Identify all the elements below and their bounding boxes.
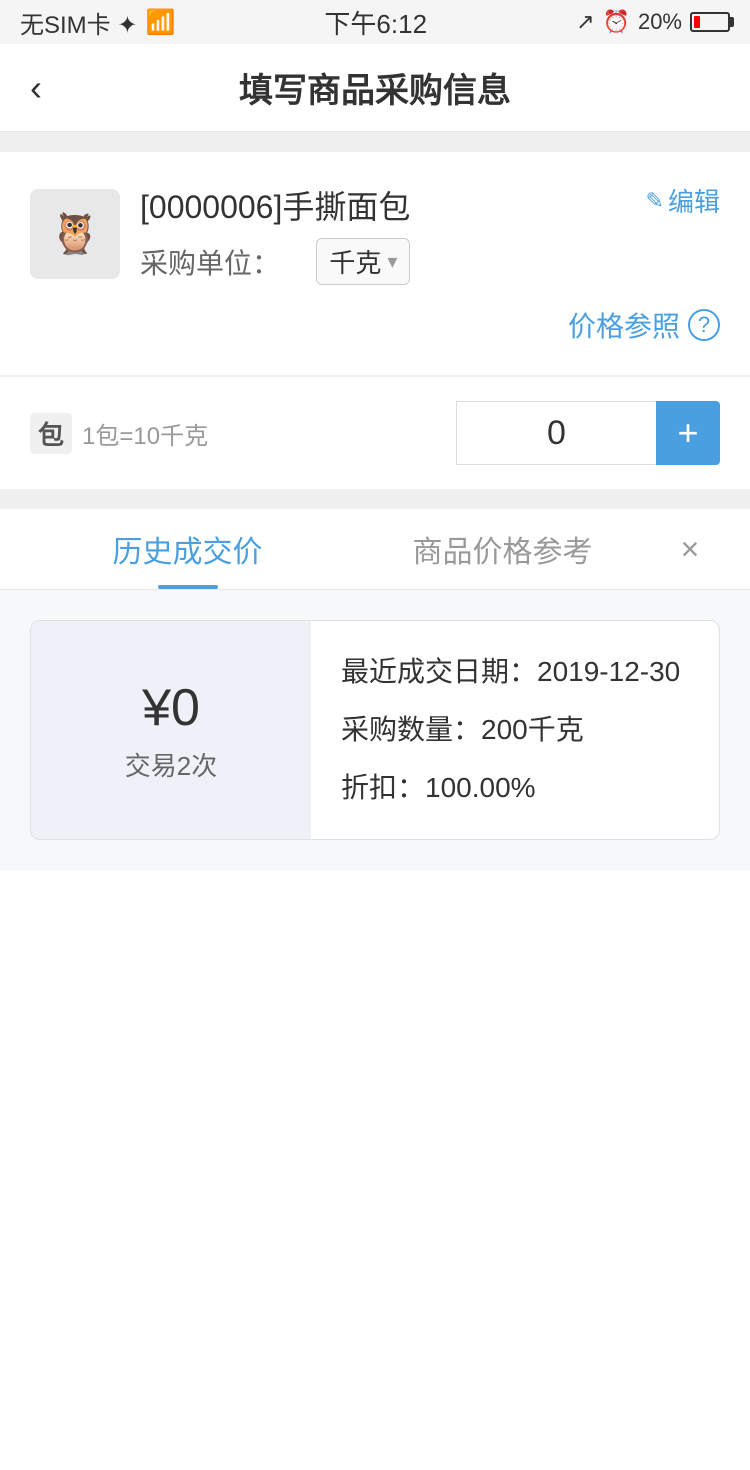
tab-history-price[interactable]: 历史成交价 <box>30 509 345 589</box>
product-logo-icon: 🦉 <box>50 210 100 257</box>
discount-value: 100.00% <box>425 772 536 803</box>
content-area <box>0 870 750 1470</box>
price-card-left: ¥0 交易2次 <box>31 621 311 839</box>
product-name: [0000006]手撕面包 <box>140 182 410 228</box>
help-icon[interactable]: ? <box>688 309 720 341</box>
purchase-qty-label: 采购数量： <box>341 714 481 745</box>
quantity-section: 包 1包=10千克 0 + <box>0 377 750 489</box>
wifi-icon: 📶 <box>145 8 175 37</box>
tabs-section: 历史成交价 商品价格参考 × ¥0 交易2次 最近成交日期：2019-12-30… <box>0 509 750 870</box>
nav-bar: ‹ 填写商品采购信息 <box>0 44 750 132</box>
location-icon: ↗ <box>576 9 594 35</box>
status-time: 下午6:12 <box>324 4 427 41</box>
page-title: 填写商品采购信息 <box>239 63 511 112</box>
tab-price-ref-label: 商品价格参考 <box>413 527 593 571</box>
discount-row: 折扣：100.00% <box>341 767 689 809</box>
price-currency: ¥ <box>142 679 171 737</box>
unit-select[interactable]: 千克 ▾ <box>316 238 410 285</box>
price-ref-label: 价格参照 <box>568 305 680 345</box>
recent-date-row: 最近成交日期：2019-12-30 <box>341 651 689 693</box>
edit-icon: ✎ <box>646 188 664 214</box>
qty-unit-hint: 1包=10千克 <box>82 416 208 451</box>
product-left: 🦉 [0000006]手撕面包 采购单位： 千克 ▾ <box>30 182 410 285</box>
back-button[interactable]: ‹ <box>30 67 42 109</box>
tab-close-button[interactable]: × <box>660 509 720 589</box>
status-left: 无SIM卡 ✦ 📶 <box>20 5 175 40</box>
price-ref-row: 价格参照 ? <box>30 305 720 345</box>
qty-plus-button[interactable]: + <box>656 401 720 465</box>
tab-history-label: 历史成交价 <box>113 527 263 571</box>
product-title: 手撕面包 <box>282 189 410 225</box>
product-header: 🦉 [0000006]手撕面包 采购单位： 千克 ▾ ✎ 编辑 <box>30 182 720 285</box>
history-content: ¥0 交易2次 最近成交日期：2019-12-30 采购数量：200千克 折扣：… <box>0 590 750 870</box>
edit-label: 编辑 <box>668 182 720 219</box>
unit-label: 采购单位： <box>140 242 280 282</box>
price-card-right: 最近成交日期：2019-12-30 采购数量：200千克 折扣：100.00% <box>311 621 719 839</box>
status-bar: 无SIM卡 ✦ 📶 下午6:12 ↗ ⏰ 20% <box>0 0 750 44</box>
product-thumbnail: 🦉 <box>30 189 120 279</box>
discount-label: 折扣： <box>341 772 425 803</box>
product-id: [0000006] <box>140 189 282 225</box>
battery-percent: 20% <box>638 9 682 35</box>
status-right: ↗ ⏰ 20% <box>576 9 730 35</box>
trade-count: 交易2次 <box>125 746 217 783</box>
price-card: ¥0 交易2次 最近成交日期：2019-12-30 采购数量：200千克 折扣：… <box>30 620 720 840</box>
qty-input[interactable]: 0 <box>456 401 656 465</box>
recent-date-label: 最近成交日期： <box>341 656 537 687</box>
qty-left: 包 1包=10千克 <box>30 413 208 454</box>
purchase-qty-value: 200千克 <box>481 714 584 745</box>
qty-right: 0 + <box>456 401 720 465</box>
unit-value: 千克 <box>329 243 381 280</box>
recent-date-value: 2019-12-30 <box>537 656 680 687</box>
tab-product-price-ref[interactable]: 商品价格参考 <box>345 509 660 589</box>
price-amount: ¥0 <box>142 678 200 738</box>
price-ref-link[interactable]: 价格参照 ? <box>568 305 720 345</box>
battery-indicator <box>690 12 730 32</box>
alarm-icon: ⏰ <box>603 9 630 35</box>
product-card: 🦉 [0000006]手撕面包 采购单位： 千克 ▾ ✎ 编辑 <box>0 152 750 375</box>
carrier-text: 无SIM卡 ✦ <box>20 5 137 40</box>
product-info-row: 采购单位： 千克 ▾ <box>140 238 410 285</box>
price-value: 0 <box>171 679 200 737</box>
edit-link[interactable]: ✎ 编辑 <box>646 182 720 219</box>
purchase-qty-row: 采购数量：200千克 <box>341 709 689 751</box>
tabs-header: 历史成交价 商品价格参考 × <box>0 509 750 590</box>
dropdown-arrow-icon: ▾ <box>387 249 397 274</box>
qty-unit-badge: 包 <box>30 413 72 454</box>
